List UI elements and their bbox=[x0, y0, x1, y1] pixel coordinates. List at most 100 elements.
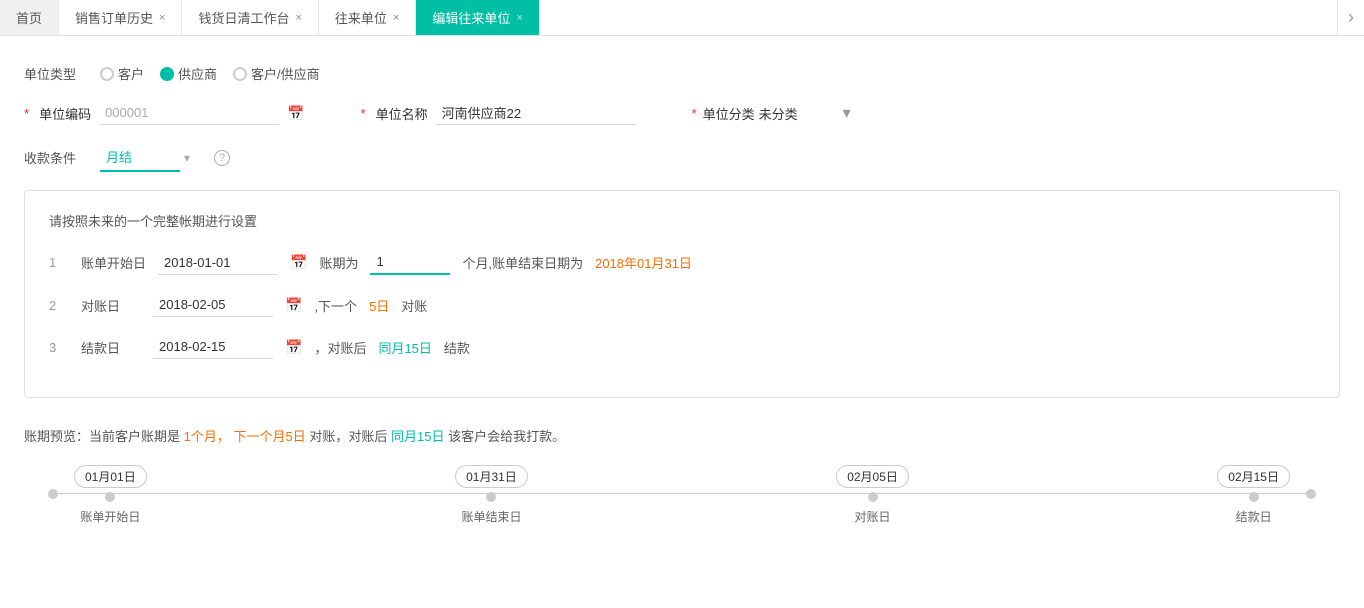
tab-sales-history[interactable]: 销售订单历史 × bbox=[59, 0, 182, 35]
row-3-date[interactable] bbox=[153, 335, 273, 359]
category-chevron-icon[interactable]: ▾ bbox=[843, 103, 851, 123]
row-3-highlight: 同月15日 bbox=[378, 338, 431, 357]
row-1-suffix-before: 账期为 bbox=[319, 253, 358, 272]
row-2-date[interactable] bbox=[153, 293, 273, 317]
radio-customer-label: 客户 bbox=[118, 64, 144, 83]
code-field: * 单位编码 📅 bbox=[24, 101, 305, 125]
period-input[interactable] bbox=[370, 250, 450, 275]
row-1-label: 账单开始日 bbox=[81, 253, 146, 272]
code-input[interactable] bbox=[99, 101, 279, 125]
tab-cash-desk-close[interactable]: × bbox=[295, 12, 301, 24]
payment-select: 月结 ▾ bbox=[100, 143, 190, 172]
tabs-bar: 首页 销售订单历史 × 钱货日清工作台 × 往来单位 × 编辑往来单位 × › bbox=[0, 0, 1364, 36]
preview-part2: 下一个月5日 bbox=[234, 429, 306, 444]
tab-partner-label: 往来单位 bbox=[335, 8, 387, 27]
timeline-node-4: 02月15日 结款日 bbox=[1217, 465, 1290, 525]
tab-edit-partner[interactable]: 编辑往来单位 × bbox=[416, 0, 538, 35]
row-1-suffix-after: 个月,账单结束日期为 bbox=[462, 253, 583, 272]
node-1-dot bbox=[105, 492, 115, 502]
required-code: * bbox=[24, 106, 29, 121]
required-cat: * bbox=[692, 106, 697, 121]
payment-label: 收款条件 bbox=[24, 148, 76, 167]
node-2-label: 账单结束日 bbox=[461, 508, 521, 525]
tabs-arrow[interactable]: › bbox=[1337, 0, 1364, 35]
code-name-cat-row: * 单位编码 📅 * 单位名称 * 单位分类 未分类 ▾ bbox=[24, 101, 1340, 125]
timeline-container: 01月01日 账单开始日 01月31日 账单结束日 02月05日 对账日 bbox=[24, 465, 1340, 525]
timeline-node-2: 01月31日 账单结束日 bbox=[455, 465, 528, 525]
row-3-suffix: 结款 bbox=[444, 338, 470, 357]
preview-part1: 1个月， bbox=[184, 429, 230, 444]
row-1-num: 1 bbox=[49, 255, 69, 270]
row-2-calendar-icon[interactable]: 📅 bbox=[285, 297, 302, 314]
row-2-prefix: ,下一个 bbox=[314, 296, 357, 315]
row-1-date[interactable] bbox=[158, 251, 278, 275]
main-content: 单位类型 客户 供应商 客户/供应商 * 单位编码 📅 * bbox=[0, 36, 1364, 608]
row-3-num: 3 bbox=[49, 340, 69, 355]
radio-group: 客户 供应商 客户/供应商 bbox=[100, 64, 320, 83]
radio-supplier[interactable]: 供应商 bbox=[160, 64, 217, 83]
radio-both[interactable]: 客户/供应商 bbox=[233, 64, 320, 83]
code-calendar-icon[interactable]: 📅 bbox=[287, 105, 304, 122]
row-2-label: 对账日 bbox=[81, 296, 141, 315]
radio-supplier-label: 供应商 bbox=[178, 64, 217, 83]
unit-type-row: 单位类型 客户 供应商 客户/供应商 bbox=[24, 64, 1340, 83]
node-1-label: 账单开始日 bbox=[80, 508, 140, 525]
category-field: * 单位分类 未分类 ▾ bbox=[692, 103, 851, 123]
name-input[interactable] bbox=[436, 101, 636, 125]
name-field: * 单位名称 bbox=[361, 101, 636, 125]
tab-home[interactable]: 首页 bbox=[0, 0, 59, 35]
preview-text: 账期预览：当前客户账期是 1个月， 下一个月5日 对账，对账后 同月15日 该客… bbox=[24, 426, 1340, 445]
tab-edit-partner-label: 编辑往来单位 bbox=[432, 8, 510, 27]
category-value: 未分类 bbox=[759, 104, 839, 123]
row-2-num: 2 bbox=[49, 298, 69, 313]
preview-part3: 对账，对账后 bbox=[309, 429, 387, 444]
settings-title: 请按照未来的一个完整帐期进行设置 bbox=[49, 211, 1315, 230]
unit-type-label: 单位类型 bbox=[24, 64, 76, 83]
node-2-date: 01月31日 bbox=[455, 465, 528, 488]
payment-chevron-icon[interactable]: ▾ bbox=[184, 151, 190, 165]
tab-partner[interactable]: 往来单位 × bbox=[319, 0, 416, 35]
arrow-right-icon: › bbox=[1348, 7, 1354, 28]
setting-row-3: 3 结款日 📅 ，对账后 同月15日 结款 bbox=[49, 335, 1315, 359]
required-name: * bbox=[361, 106, 366, 121]
radio-supplier-circle bbox=[160, 67, 174, 81]
tab-sales-history-close[interactable]: × bbox=[159, 12, 165, 24]
tab-cash-desk-label: 钱货日清工作台 bbox=[198, 8, 289, 27]
radio-both-label: 客户/供应商 bbox=[251, 64, 320, 83]
row-1-calendar-icon[interactable]: 📅 bbox=[290, 254, 307, 271]
code-label: 单位编码 bbox=[39, 104, 91, 123]
node-4-dot bbox=[1249, 492, 1259, 502]
row-1-highlight: 2018年01月31日 bbox=[595, 253, 692, 272]
node-1-date: 01月01日 bbox=[74, 465, 147, 488]
preview-section: 账期预览：当前客户账期是 1个月， 下一个月5日 对账，对账后 同月15日 该客… bbox=[24, 414, 1340, 525]
row-2-suffix: 对账 bbox=[401, 296, 427, 315]
node-4-label: 结款日 bbox=[1236, 508, 1272, 525]
name-label: 单位名称 bbox=[376, 104, 428, 123]
payment-row: 收款条件 月结 ▾ ? bbox=[24, 143, 1340, 172]
payment-value[interactable]: 月结 bbox=[100, 143, 180, 172]
tab-sales-history-label: 销售订单历史 bbox=[75, 8, 153, 27]
settings-box: 请按照未来的一个完整帐期进行设置 1 账单开始日 📅 账期为 个月,账单结束日期… bbox=[24, 190, 1340, 398]
timeline-node-1: 01月01日 账单开始日 bbox=[74, 465, 147, 525]
tab-home-label: 首页 bbox=[16, 8, 42, 27]
tab-edit-partner-close[interactable]: × bbox=[516, 12, 522, 24]
node-3-dot bbox=[868, 492, 878, 502]
radio-customer[interactable]: 客户 bbox=[100, 64, 144, 83]
setting-row-1: 1 账单开始日 📅 账期为 个月,账单结束日期为 2018年01月31日 bbox=[49, 250, 1315, 275]
tab-partner-close[interactable]: × bbox=[393, 12, 399, 24]
timeline-node-3: 02月05日 对账日 bbox=[836, 465, 909, 525]
node-3-label: 对账日 bbox=[855, 508, 891, 525]
row-3-prefix: ，对账后 bbox=[314, 338, 366, 357]
node-3-date: 02月05日 bbox=[836, 465, 909, 488]
preview-label: 账期预览：当前客户账期是 bbox=[24, 429, 180, 444]
node-2-dot bbox=[486, 492, 496, 502]
category-label: 单位分类 bbox=[703, 104, 755, 123]
payment-help-icon[interactable]: ? bbox=[214, 150, 230, 166]
timeline-nodes: 01月01日 账单开始日 01月31日 账单结束日 02月05日 对账日 bbox=[54, 465, 1310, 525]
node-4-date: 02月15日 bbox=[1217, 465, 1290, 488]
radio-customer-circle bbox=[100, 67, 114, 81]
tab-cash-desk[interactable]: 钱货日清工作台 × bbox=[182, 0, 318, 35]
setting-row-2: 2 对账日 📅 ,下一个 5日 对账 bbox=[49, 293, 1315, 317]
row-3-label: 结款日 bbox=[81, 338, 141, 357]
row-3-calendar-icon[interactable]: 📅 bbox=[285, 339, 302, 356]
